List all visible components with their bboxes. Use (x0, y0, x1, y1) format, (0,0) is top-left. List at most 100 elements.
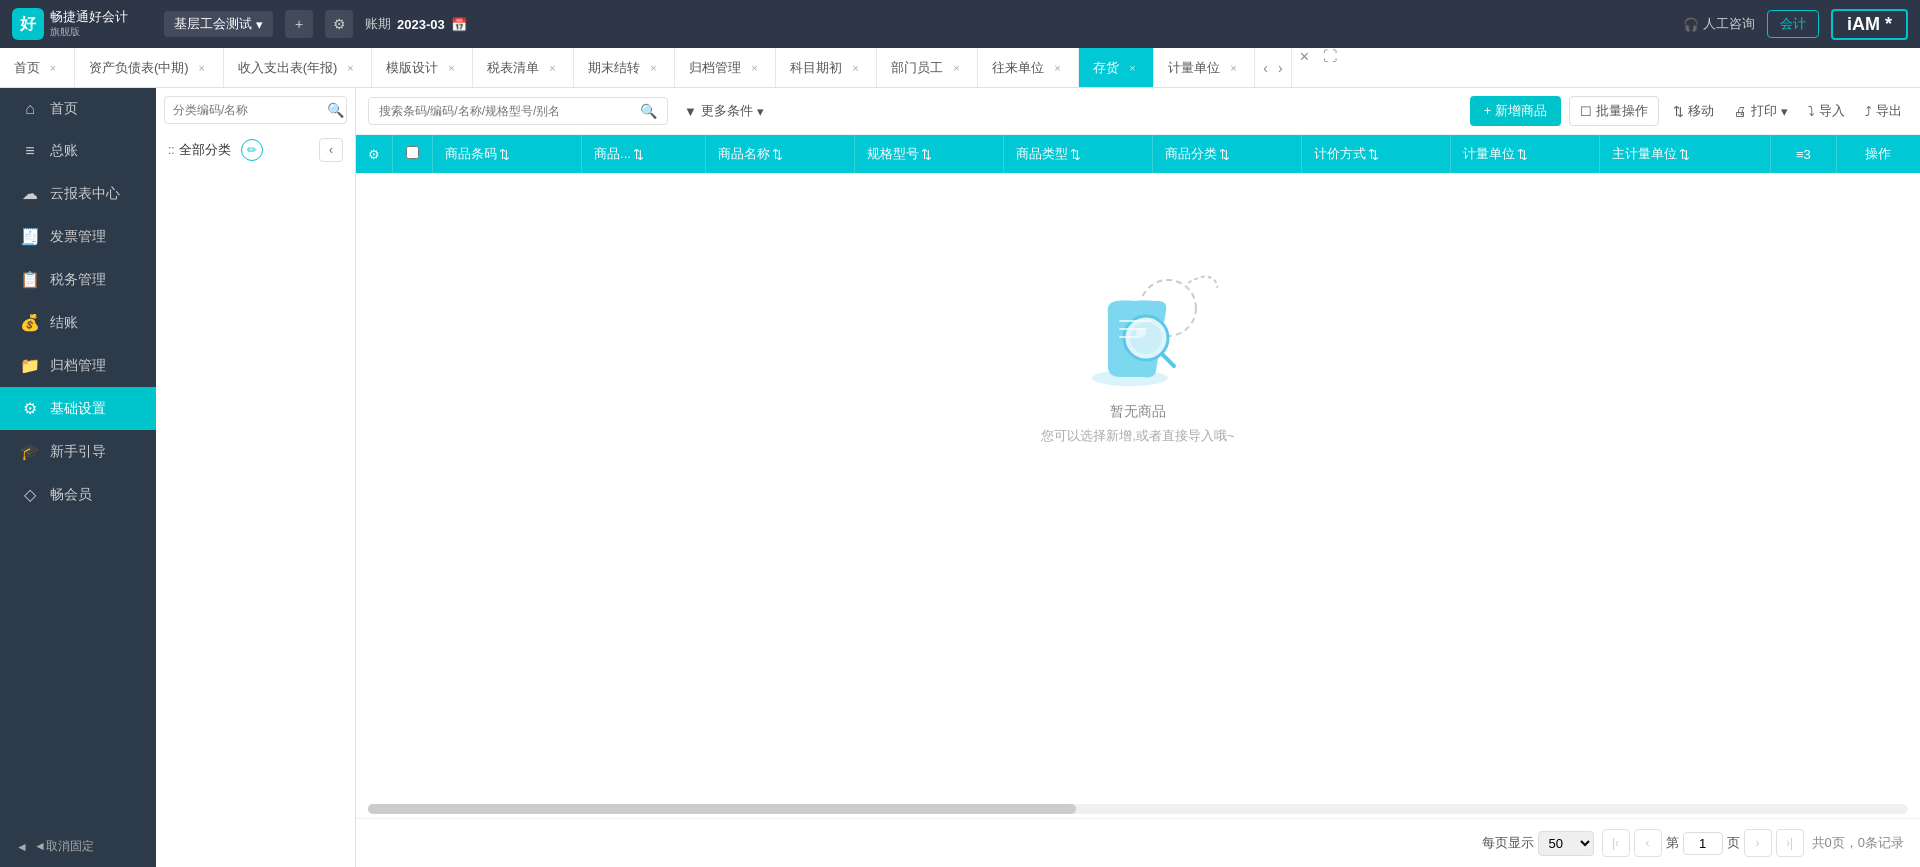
th-type[interactable]: 商品类型⇅ (1004, 135, 1153, 173)
tab-subject-init-close[interactable]: × (848, 61, 862, 75)
page-size-select[interactable]: 10 20 50 100 (1538, 831, 1594, 856)
tab-taxclear[interactable]: 税表清单 × (473, 48, 574, 87)
account-button[interactable]: 会计 (1767, 10, 1819, 38)
category-search-box[interactable]: 🔍 (164, 96, 347, 124)
sidebar-unpin-button[interactable]: ◄ ◄取消固定 (0, 826, 156, 867)
sidebar-item-close[interactable]: 💰 结账 (0, 301, 156, 344)
sidebar-item-archive[interactable]: 📁 归档管理 (0, 344, 156, 387)
th-code-label: 商品... (594, 145, 631, 163)
tab-archive-label: 归档管理 (689, 59, 741, 77)
category-edit-button[interactable]: ✏ (241, 139, 263, 161)
th-barcode[interactable]: 商品条码⇅ (433, 135, 582, 173)
sidebar-item-ledger-label: 总账 (50, 142, 78, 160)
horizontal-scrollbar[interactable] (356, 800, 1920, 818)
sidebar-item-invoice-label: 发票管理 (50, 228, 106, 246)
home-icon: ⌂ (20, 100, 40, 118)
tab-dept-staff-close[interactable]: × (949, 61, 963, 75)
th-unit[interactable]: 计量单位⇅ (1451, 135, 1600, 173)
page-first-button[interactable]: |‹ (1602, 829, 1630, 857)
th-code[interactable]: 商品...⇅ (582, 135, 706, 173)
product-search-box[interactable]: 🔍 (368, 97, 668, 125)
company-selector[interactable]: 基层工会测试 ▾ (164, 11, 273, 37)
tab-template[interactable]: 模版设计 × (372, 48, 473, 87)
tab-income-close[interactable]: × (343, 61, 357, 75)
page-prev-button[interactable]: ‹ (1634, 829, 1662, 857)
tab-unit-close[interactable]: × (1226, 61, 1240, 75)
sort-icon-category: ⇅ (1219, 147, 1230, 162)
batch-operation-button[interactable]: ☐ 批量操作 (1569, 96, 1659, 126)
th-price-method[interactable]: 计价方式⇅ (1302, 135, 1451, 173)
toolbar-right: + 新增商品 ☐ 批量操作 ⇅ 移动 🖨 打印 ▾ (1470, 96, 1908, 126)
filter-chevron-icon: ▾ (757, 104, 764, 119)
help-button[interactable]: 🎧 人工咨询 (1683, 15, 1755, 33)
category-search-input[interactable] (173, 103, 323, 117)
checkbox-icon: ☐ (1580, 104, 1592, 119)
more-filter-button[interactable]: ▼ 更多条件 ▾ (676, 97, 772, 125)
th-category[interactable]: 商品分类⇅ (1153, 135, 1302, 173)
tab-customer-label: 往来单位 (992, 59, 1044, 77)
left-panel-collapse-button[interactable]: ‹ (319, 138, 343, 162)
th-checkbox[interactable] (393, 135, 433, 173)
tab-archive[interactable]: 归档管理 × (675, 48, 776, 87)
sidebar-item-member[interactable]: ◇ 畅会员 (0, 473, 156, 516)
product-search-icon[interactable]: 🔍 (640, 103, 657, 119)
page-number-input[interactable] (1683, 832, 1723, 855)
import-button[interactable]: ⤵ 导入 (1802, 97, 1851, 125)
sidebar-item-basic[interactable]: ⚙ 基础设置 (0, 387, 156, 430)
tab-assets-close[interactable]: × (195, 61, 209, 75)
add-product-button[interactable]: + 新增商品 (1470, 96, 1561, 126)
tab-customer[interactable]: 往来单位 × (978, 48, 1079, 87)
tab-inventory[interactable]: 存货 × (1079, 48, 1154, 87)
sidebar-item-home[interactable]: ⌂ 首页 (0, 88, 156, 130)
sidebar-item-newbie[interactable]: 🎓 新手引导 (0, 430, 156, 473)
tab-inventory-close[interactable]: × (1125, 61, 1139, 75)
print-button[interactable]: 🖨 打印 ▾ (1728, 97, 1794, 125)
tab-archive-close[interactable]: × (747, 61, 761, 75)
tab-expand-button[interactable]: ⛶ (1317, 48, 1343, 87)
sidebar-item-close-label: 结账 (50, 314, 78, 332)
tab-home[interactable]: 首页 × (0, 48, 75, 87)
th-name-label: 商品名称 (718, 145, 770, 163)
category-search-icon[interactable]: 🔍 (327, 102, 344, 118)
select-all-checkbox[interactable] (406, 146, 419, 159)
sidebar-item-invoice[interactable]: 🧾 发票管理 (0, 215, 156, 258)
tab-next-button[interactable]: › (1274, 58, 1287, 78)
sidebar-item-ledger[interactable]: ≡ 总账 (0, 130, 156, 172)
th-spec[interactable]: 规格型号⇅ (855, 135, 1004, 173)
tab-period-end-close[interactable]: × (646, 61, 660, 75)
th-main-unit[interactable]: 主计量单位⇅ (1600, 135, 1771, 173)
product-search-input[interactable] (379, 104, 636, 118)
category-header[interactable]: :: 全部分类 ✏ ‹ (164, 132, 347, 168)
grid-icon: :: (168, 143, 175, 157)
iam-badge[interactable]: iAM * (1831, 9, 1908, 40)
tab-home-close[interactable]: × (46, 61, 60, 75)
export-button[interactable]: ⤴ 导出 (1859, 97, 1908, 125)
th-name[interactable]: 商品名称⇅ (705, 135, 854, 173)
tab-template-close[interactable]: × (444, 61, 458, 75)
sidebar-item-reports[interactable]: ☁ 云报表中心 (0, 172, 156, 215)
th-category-label: 商品分类 (1165, 145, 1217, 163)
tab-close-all-button[interactable]: × (1292, 48, 1317, 87)
page-size-selector[interactable]: 每页显示 10 20 50 100 (1482, 831, 1594, 856)
page-last-button[interactable]: ›| (1776, 829, 1804, 857)
th-settings[interactable]: ⚙ (356, 135, 393, 173)
page-next-button[interactable]: › (1744, 829, 1772, 857)
tab-prev-button[interactable]: ‹ (1259, 58, 1272, 78)
tab-assets[interactable]: 资产负债表(中期) × (75, 48, 224, 87)
move-button[interactable]: ⇅ 移动 (1667, 97, 1720, 125)
tab-customer-close[interactable]: × (1050, 61, 1064, 75)
tab-unit[interactable]: 计量单位 × (1154, 48, 1255, 87)
tab-taxclear-close[interactable]: × (545, 61, 559, 75)
tab-income[interactable]: 收入支出表(年报) × (224, 48, 373, 87)
sidebar-item-tax[interactable]: 📋 税务管理 (0, 258, 156, 301)
page-size-label: 每页显示 (1482, 834, 1534, 852)
tab-period-end[interactable]: 期末结转 × (574, 48, 675, 87)
calendar-icon[interactable]: 📅 (451, 17, 467, 32)
tab-dept-staff[interactable]: 部门员工 × (877, 48, 978, 87)
tab-subject-init[interactable]: 科目期初 × (776, 48, 877, 87)
svg-marker-1 (1216, 280, 1218, 288)
settings-button[interactable]: ⚙ (325, 10, 353, 38)
th-col3[interactable]: ≡3 (1770, 135, 1836, 173)
add-tab-button[interactable]: + (285, 10, 313, 38)
th-col3-label: ≡3 (1796, 147, 1811, 162)
